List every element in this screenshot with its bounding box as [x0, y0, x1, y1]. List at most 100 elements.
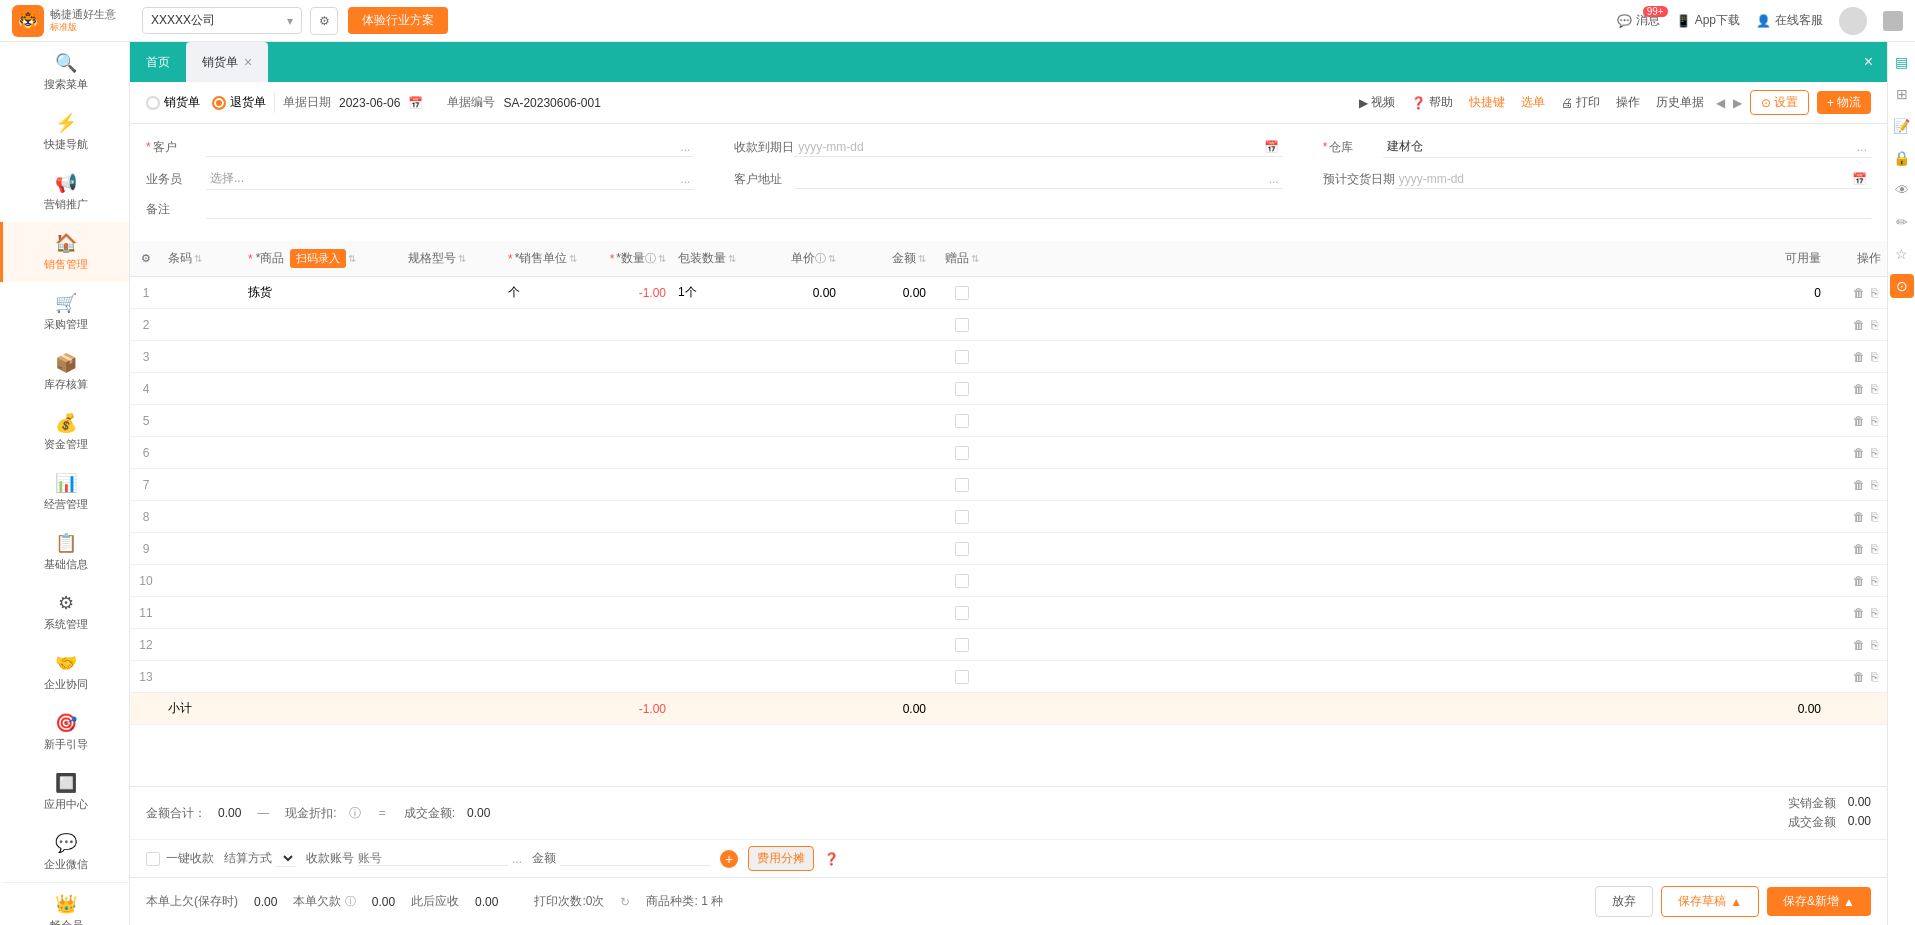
copy-icon[interactable]: ⎘	[1868, 670, 1881, 684]
gift-checkbox[interactable]	[955, 510, 969, 524]
price-info-icon[interactable]: ⓘ	[815, 251, 826, 266]
qty-info-icon[interactable]: ⓘ	[645, 251, 656, 266]
gift-checkbox[interactable]	[955, 414, 969, 428]
settlement-select[interactable]	[276, 850, 296, 867]
cell-spec-1[interactable]	[402, 286, 502, 300]
account-input[interactable]	[358, 851, 508, 866]
nav-prev-icon[interactable]: ◀	[1716, 96, 1725, 110]
customer-addr-input[interactable]: ...	[794, 170, 1282, 189]
copy-icon[interactable]: ⎘	[1868, 318, 1881, 332]
date-value[interactable]: 2023-06-06	[339, 96, 400, 110]
cell-unit-1[interactable]: 个	[502, 284, 592, 301]
radio-return[interactable]: 退货单	[212, 94, 266, 111]
trial-button[interactable]: 体验行业方案	[348, 7, 448, 34]
copy-icon[interactable]: ⎘	[1868, 478, 1881, 492]
avatar[interactable]	[1839, 7, 1867, 35]
copy-icon[interactable]: ⎘	[1868, 638, 1881, 652]
rp-lock-icon[interactable]: 🔒	[1890, 146, 1914, 170]
rp-note-icon[interactable]: 📝	[1890, 114, 1914, 138]
delete-icon[interactable]: 🗑	[1850, 542, 1868, 556]
delete-icon[interactable]: 🗑	[1850, 414, 1868, 428]
sidebar-item-system[interactable]: ⚙ 系统管理	[0, 582, 129, 642]
delete-icon[interactable]: 🗑	[1850, 638, 1868, 652]
cell-qty-1[interactable]: -1.00	[592, 286, 672, 300]
rp-eye-icon[interactable]: 👁	[1890, 178, 1914, 202]
sort-price-icon[interactable]: ⇅	[828, 253, 836, 264]
history-btn[interactable]: 历史单据	[1652, 92, 1708, 113]
gift-checkbox[interactable]	[955, 318, 969, 332]
delete-icon[interactable]: 🗑	[1850, 446, 1868, 460]
sidebar-item-purchase[interactable]: 🛒 采购管理	[0, 282, 129, 342]
save-draft-button[interactable]: 保存草稿 ▲	[1661, 886, 1759, 917]
copy-icon-1[interactable]: ⎘	[1868, 286, 1881, 300]
sidebar-item-inventory[interactable]: 📦 库存核算	[0, 342, 129, 402]
sort-barcode-icon[interactable]: ⇅	[194, 253, 202, 264]
sort-amount-icon[interactable]: ⇅	[918, 253, 926, 264]
cell-goods-1[interactable]: 拣货	[242, 284, 402, 301]
gift-checkbox[interactable]	[955, 606, 969, 620]
message-button[interactable]: 💬 消息 99+	[1617, 12, 1660, 29]
sidebar-item-finance[interactable]: 💰 资金管理	[0, 402, 129, 462]
payment-due-input[interactable]: yyyy-mm-dd 📅	[794, 138, 1282, 157]
rp-edit-icon[interactable]: ✏	[1890, 210, 1914, 234]
flow-button[interactable]: + 物流	[1817, 91, 1871, 114]
customer-dots[interactable]: ...	[680, 140, 690, 154]
sort-qty-icon[interactable]: ⇅	[658, 253, 666, 264]
gift-checkbox[interactable]	[955, 350, 969, 364]
cell-barcode-1[interactable]	[162, 286, 242, 300]
gift-checkbox[interactable]	[955, 542, 969, 556]
rp-star-icon[interactable]: ☆	[1890, 242, 1914, 266]
sidebar-item-marketing[interactable]: 📢 营销推广	[0, 162, 129, 222]
gift-checkbox[interactable]	[955, 670, 969, 684]
rp-layout1-icon[interactable]: ▤	[1890, 50, 1914, 74]
cell-price-1[interactable]: 0.00	[752, 286, 842, 300]
sidebar-item-operation[interactable]: 📊 经营管理	[0, 462, 129, 522]
close-all-icon[interactable]: ×	[1858, 51, 1879, 73]
scan-button[interactable]: 扫码录入	[290, 249, 346, 268]
tab-sales-order[interactable]: 销货单 ×	[186, 42, 268, 82]
delete-icon[interactable]: 🗑	[1850, 606, 1868, 620]
col-header-gear[interactable]: ⚙	[130, 252, 162, 265]
warehouse-dots[interactable]: ...	[1857, 140, 1867, 154]
add-payment-button[interactable]: +	[720, 850, 738, 868]
shortcut-btn[interactable]: 快捷键	[1465, 92, 1509, 113]
copy-icon[interactable]: ⎘	[1868, 542, 1881, 556]
online-service-button[interactable]: 👤 在线客服	[1756, 12, 1823, 29]
copy-icon[interactable]: ⎘	[1868, 574, 1881, 588]
sort-goods-icon[interactable]: ⇅	[348, 253, 356, 264]
amount-input[interactable]	[560, 851, 710, 866]
one-click-pay-checkbox[interactable]	[146, 852, 160, 866]
gift-checkbox[interactable]	[955, 638, 969, 652]
rp-orange-action-icon[interactable]: ⊙	[1890, 274, 1914, 298]
cell-amount-1[interactable]: 0.00	[842, 286, 932, 300]
video-btn[interactable]: ▶ 视频	[1355, 92, 1399, 113]
gift-checkbox[interactable]	[955, 446, 969, 460]
sidebar-item-search[interactable]: 🔍 搜索菜单	[0, 42, 129, 102]
copy-icon[interactable]: ⎘	[1868, 510, 1881, 524]
delete-icon[interactable]: 🗑	[1850, 382, 1868, 396]
radio-sale[interactable]: 销货单	[146, 94, 200, 111]
salesperson-input[interactable]: 选择... ...	[206, 168, 694, 190]
cell-gift-1[interactable]	[932, 286, 992, 300]
sidebar-item-quick-nav[interactable]: ⚡ 快捷导航	[0, 102, 129, 162]
delete-icon[interactable]: 🗑	[1850, 574, 1868, 588]
gift-checkbox[interactable]	[955, 478, 969, 492]
sidebar-item-basic[interactable]: 📋 基础信息	[0, 522, 129, 582]
select-btn[interactable]: 选单	[1517, 92, 1549, 113]
delete-icon[interactable]: 🗑	[1850, 670, 1868, 684]
sort-spec-icon[interactable]: ⇅	[458, 253, 466, 264]
copy-icon[interactable]: ⎘	[1868, 382, 1881, 396]
settings-button[interactable]: ⊙ 设置	[1750, 90, 1809, 115]
sidebar-item-wechat[interactable]: 💬 企业微信	[0, 822, 129, 882]
operate-btn[interactable]: 操作	[1612, 92, 1644, 113]
delete-icon[interactable]: 🗑	[1850, 510, 1868, 524]
sidebar-item-newbie[interactable]: 🎯 新手引导	[0, 702, 129, 762]
delete-icon[interactable]: 🗑	[1850, 318, 1868, 332]
warehouse-input[interactable]: 建材仓 ...	[1383, 136, 1871, 158]
abandon-button[interactable]: 放弃	[1595, 886, 1653, 917]
print-btn[interactable]: 🖨 打印	[1557, 92, 1604, 113]
discount-info-icon[interactable]: ⓘ	[349, 805, 361, 822]
copy-icon[interactable]: ⎘	[1868, 606, 1881, 620]
save-new-button[interactable]: 保存&新增 ▲	[1767, 887, 1871, 916]
app-download-button[interactable]: 📱 App下载	[1676, 12, 1740, 29]
